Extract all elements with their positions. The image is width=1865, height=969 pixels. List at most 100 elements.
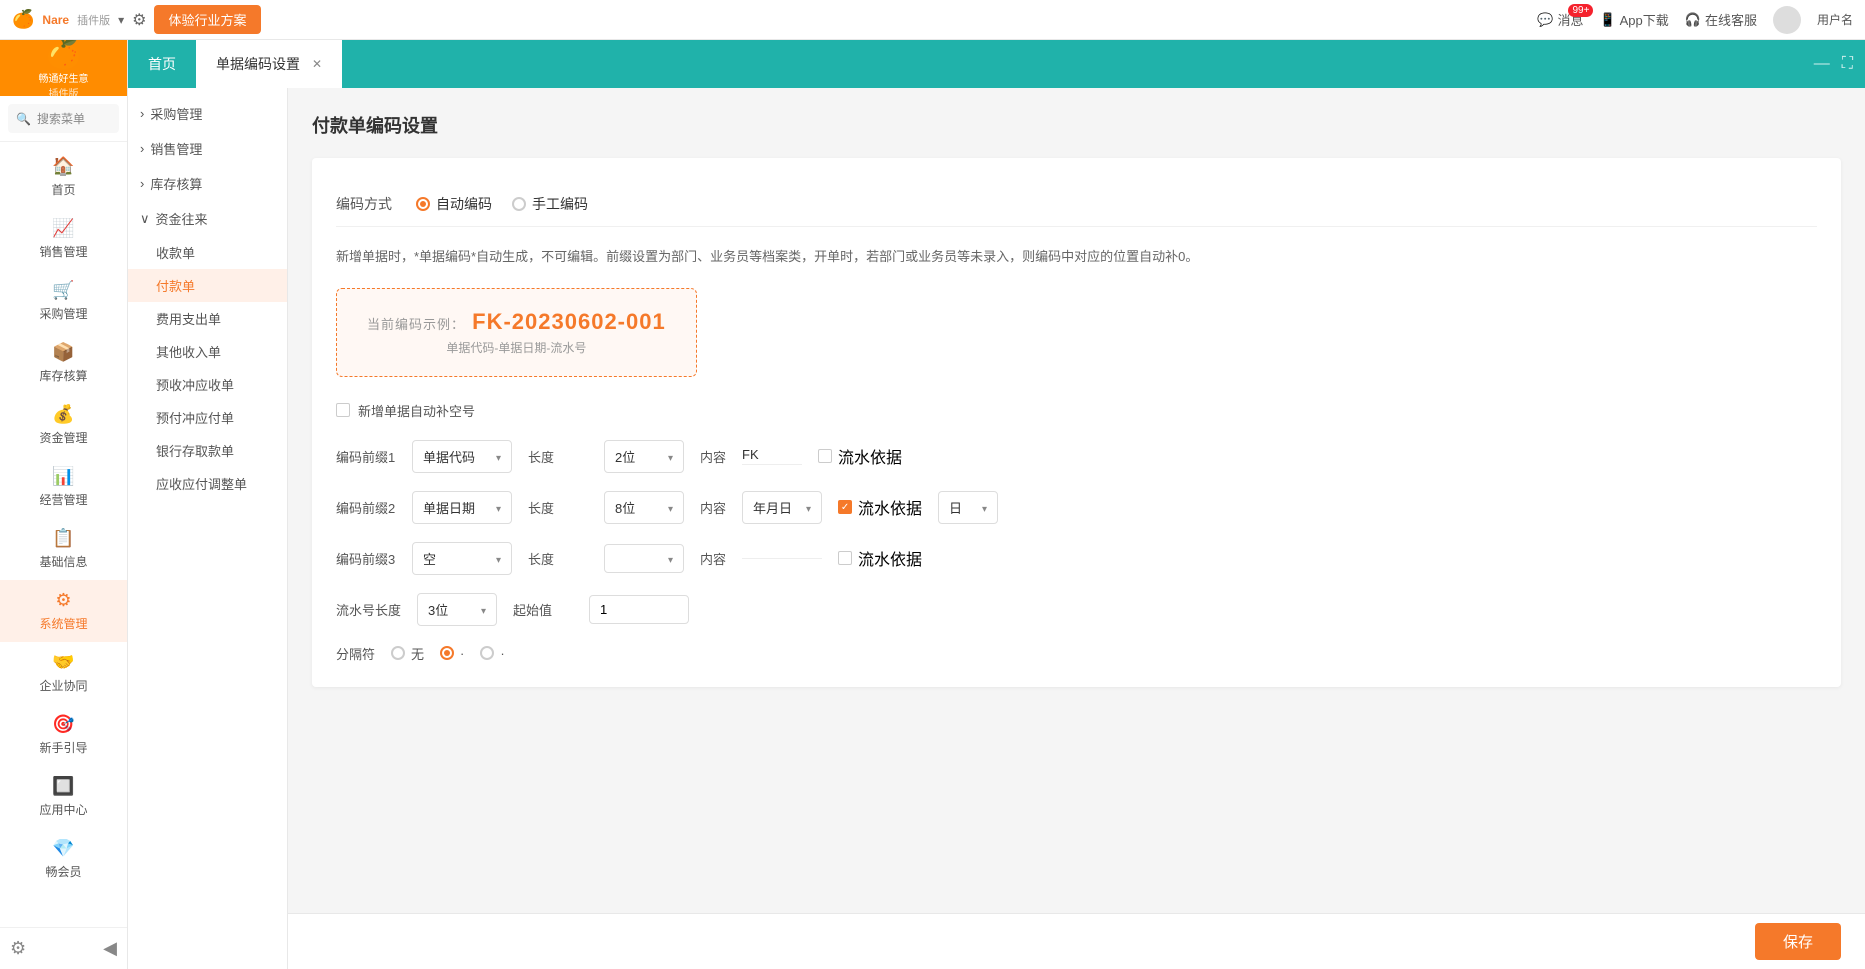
prefix1-length-select[interactable]: 2位 [604,440,684,473]
tabbar-maximize-icon[interactable]: ⛶ [1842,55,1853,73]
prefix1-label: 编码前缀1 [336,447,396,466]
prefix2-serial-label: 流水依据 [858,495,922,519]
topbar-dropdown-arrow[interactable]: ▾ [118,13,124,27]
sidebar-settings-btn[interactable]: ⚙ [10,938,26,959]
serial-length-select[interactable]: 3位 [417,593,497,626]
sec-parent-sales[interactable]: › 销售管理 [128,131,287,166]
prefix1-content-label: 内容 [700,447,726,466]
prefix1-select[interactable]: 单据代码 [412,440,512,473]
sec-child-other-income[interactable]: 其他收入单 [128,335,287,368]
sidebar-item-operation[interactable]: 📊 经营管理 [0,456,127,518]
sidebar-item-basic-label: 基础信息 [39,553,87,570]
sidebar-item-sales[interactable]: 📈 销售管理 [0,208,127,270]
sidebar-item-enterprise[interactable]: 🤝 企业协同 [0,642,127,704]
sidebar-item-finance[interactable]: 💰 资金管理 [0,394,127,456]
auto-fill-checkbox[interactable] [336,403,350,417]
sep-none-radio[interactable]: 无 [391,644,424,663]
prefix2-extra-select[interactable]: 日 [938,491,998,524]
sec-group-inventory: › 库存核算 [128,166,287,201]
brand-sub: 插件版 [77,12,110,28]
sidebar-search-section: 🔍 搜索菜单 [0,96,127,142]
avatar[interactable] [1773,6,1801,34]
sec-child-advance-offset[interactable]: 预付冲应付单 [128,401,287,434]
sec-parent-sales-arrow: › [140,141,144,156]
prefix2-length-select[interactable]: 8位 [604,491,684,524]
sidebar-item-sales-label: 销售管理 [39,243,87,260]
manual-encode-dot [512,197,526,211]
message-btn[interactable]: 💬 消息 99+ [1537,10,1583,29]
prefix1-serial-check[interactable]: 流水依据 [818,444,902,468]
sec-child-adjust[interactable]: 应收应付调整单 [128,467,287,500]
sec-parent-purchase-label: 采购管理 [150,104,202,123]
sec-parent-capital[interactable]: ∨ 资金往来 [128,201,287,236]
prefix2-content-select[interactable]: 年月日 [742,491,822,524]
sidebar-item-enterprise-label: 企业协同 [39,677,87,694]
start-value-input[interactable] [589,595,689,624]
sidebar-item-member[interactable]: 💎 畅会员 [0,828,127,890]
sec-parent-capital-label: 资金往来 [156,209,208,228]
tabbar: 首页 单据编码设置 ✕ — ⛶ [128,40,1865,88]
sidebar-item-inventory[interactable]: 📦 库存核算 [0,332,127,394]
sec-child-expense[interactable]: 费用支出单 [128,302,287,335]
app-download-icon: 📱 [1599,12,1615,28]
prefix3-serial-check[interactable]: 流水依据 [838,546,922,570]
prefix3-serial-checkbox[interactable] [838,551,852,565]
brand-name: Nare [42,13,69,27]
sidebar-collapse-btn[interactable]: ◀ [103,938,117,959]
tab-home[interactable]: 首页 [128,40,196,88]
sec-group-purchase: › 采购管理 [128,96,287,131]
sec-child-prepay-offset[interactable]: 预收冲应收单 [128,368,287,401]
serial-row: 流水号长度 3位 起始值 [336,593,1817,626]
purchase-icon: 🛒 [52,280,74,301]
prefix1-select-value: 单据代码 [423,447,475,466]
online-service-btn[interactable]: 🎧 在线客服 [1685,10,1757,29]
app-download-btn[interactable]: 📱 App下载 [1599,10,1668,29]
prefix2-select[interactable]: 单据日期 [412,491,512,524]
sep-dot2-radio[interactable]: · [480,646,504,661]
enterprise-icon: 🤝 [52,652,74,673]
prefix2-serial-checkbox[interactable] [838,500,852,514]
prefix1-serial-label: 流水依据 [838,444,902,468]
save-button[interactable]: 保存 [1755,923,1841,960]
encoding-radio-group: 自动编码 手工编码 [416,194,588,214]
tabbar-minimize-icon[interactable]: — [1814,55,1830,73]
preview-code-value: 当前编码示例： FK-20230602-001 [367,309,666,335]
sidebar-item-guide-label: 新手引导 [39,739,87,756]
topbar-gear-icon[interactable]: ⚙ [132,10,146,30]
sec-parent-purchase[interactable]: › 采购管理 [128,96,287,131]
search-menu-btn[interactable]: 🔍 搜索菜单 [8,104,119,133]
preview-box: 当前编码示例： FK-20230602-001 单据代码-单据日期-流水号 [336,288,697,377]
tab-encode-settings-label: 单据编码设置 [216,54,300,74]
sidebar-item-guide[interactable]: 🎯 新手引导 [0,704,127,766]
tab-encode-settings[interactable]: 单据编码设置 ✕ [196,40,342,88]
tab-close-icon[interactable]: ✕ [312,57,322,71]
sidebar-item-basic[interactable]: 📋 基础信息 [0,518,127,580]
prefix2-serial-check[interactable]: 流水依据 [838,495,922,519]
prefix3-serial-label: 流水依据 [858,546,922,570]
prefix2-label: 编码前缀2 [336,498,396,517]
manual-encode-radio[interactable]: 手工编码 [512,194,588,214]
auto-encode-radio[interactable]: 自动编码 [416,194,492,214]
sep-dot-dot [440,646,454,660]
sec-child-receipt[interactable]: 收款单 [128,236,287,269]
prefix1-serial-checkbox[interactable] [818,449,832,463]
sec-child-payment[interactable]: 付款单 [128,269,287,302]
prefix3-select[interactable]: 空 [412,542,512,575]
sidebar-bottom: ⚙ ◀ [0,927,127,969]
message-icon: 💬 [1537,12,1553,28]
prefix1-select-arrow [496,449,501,464]
prefix3-length-select[interactable] [604,544,684,573]
sec-parent-sales-label: 销售管理 [150,139,202,158]
sec-parent-inventory[interactable]: › 库存核算 [128,166,287,201]
sidebar-item-home-label: 首页 [51,181,75,198]
topbar: 🍊 Nare 插件版 ▾ ⚙ 体验行业方案 💬 消息 99+ 📱 App下载 🎧… [0,0,1865,40]
experience-btn[interactable]: 体验行业方案 [154,5,260,34]
sidebar-item-home[interactable]: 🏠 首页 [0,146,127,208]
sep-dot-radio[interactable]: · [440,646,464,661]
sidebar-item-purchase[interactable]: 🛒 采购管理 [0,270,127,332]
app-download-label: App下载 [1620,10,1669,29]
sec-child-bank[interactable]: 银行存取款单 [128,434,287,467]
sidebar-item-app[interactable]: 🔲 应用中心 [0,766,127,828]
page-title: 付款单编码设置 [312,112,1841,138]
sidebar-item-system[interactable]: ⚙ 系统管理 [0,580,127,642]
